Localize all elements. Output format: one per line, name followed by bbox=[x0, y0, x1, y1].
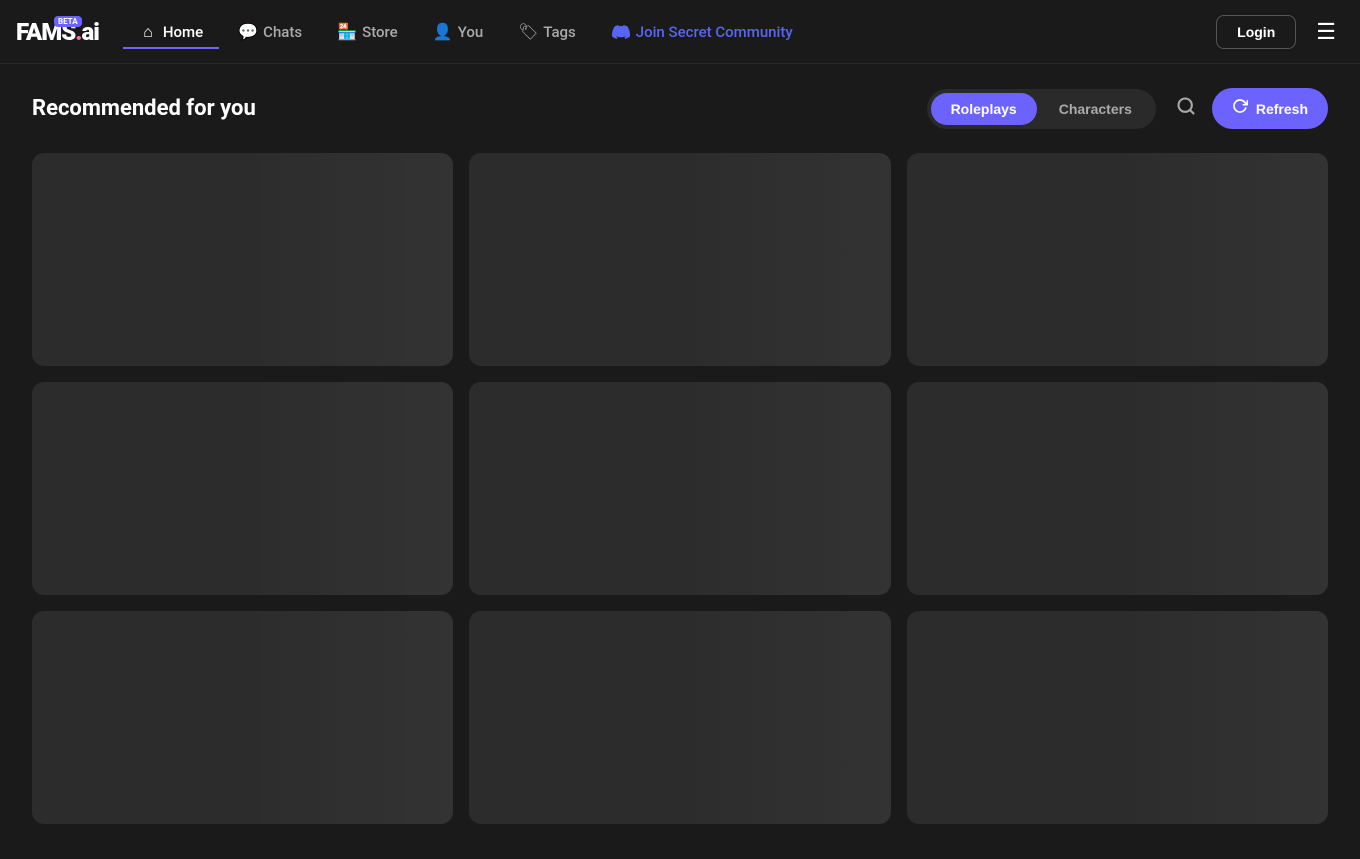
nav-discord[interactable]: Join Secret Community bbox=[596, 15, 809, 49]
card-3[interactable] bbox=[907, 153, 1328, 366]
card-6[interactable] bbox=[907, 382, 1328, 595]
nav-home[interactable]: ⌂ Home bbox=[123, 15, 219, 49]
nav-links: ⌂ Home 💬 Chats 🏪 Store 👤 You 🏷 Tags Join… bbox=[123, 15, 1216, 49]
cards-grid bbox=[32, 153, 1328, 824]
nav-tags[interactable]: 🏷 Tags bbox=[503, 15, 591, 49]
filter-right: Refresh bbox=[1172, 88, 1328, 129]
main-content: Recommended for you Roleplays Characters bbox=[0, 64, 1360, 848]
menu-button[interactable]: ☰ bbox=[1308, 15, 1344, 49]
logo-ai: ai bbox=[82, 18, 99, 46]
discord-icon bbox=[612, 23, 630, 41]
beta-badge: beta bbox=[54, 16, 82, 27]
card-8[interactable] bbox=[469, 611, 890, 824]
card-2[interactable] bbox=[469, 153, 890, 366]
nav-store[interactable]: 🏪 Store bbox=[322, 15, 414, 49]
you-icon: 👤 bbox=[434, 23, 452, 41]
search-icon bbox=[1176, 96, 1196, 122]
logo[interactable]: beta FAMS.ai bbox=[16, 18, 99, 46]
card-5[interactable] bbox=[469, 382, 890, 595]
nav-you[interactable]: 👤 You bbox=[418, 15, 500, 49]
home-icon: ⌂ bbox=[139, 23, 157, 41]
nav-chats[interactable]: 💬 Chats bbox=[223, 15, 318, 49]
tags-icon: 🏷 bbox=[519, 23, 537, 41]
nav-right: Login ☰ bbox=[1216, 15, 1344, 49]
filter-tabs: Roleplays Characters bbox=[927, 89, 1156, 129]
card-1[interactable] bbox=[32, 153, 453, 366]
refresh-button[interactable]: Refresh bbox=[1212, 88, 1328, 129]
tab-characters[interactable]: Characters bbox=[1039, 93, 1152, 125]
card-7[interactable] bbox=[32, 611, 453, 824]
tab-roleplays[interactable]: Roleplays bbox=[931, 93, 1037, 125]
search-button[interactable] bbox=[1172, 92, 1200, 126]
card-4[interactable] bbox=[32, 382, 453, 595]
login-button[interactable]: Login bbox=[1216, 15, 1296, 49]
navbar: beta FAMS.ai ⌂ Home 💬 Chats 🏪 Store 👤 Yo… bbox=[0, 0, 1360, 64]
refresh-icon bbox=[1232, 98, 1248, 119]
filter-bar: Recommended for you Roleplays Characters bbox=[32, 88, 1328, 129]
store-icon: 🏪 bbox=[338, 23, 356, 41]
page-title: Recommended for you bbox=[32, 96, 927, 121]
card-9[interactable] bbox=[907, 611, 1328, 824]
chats-icon: 💬 bbox=[239, 23, 257, 41]
